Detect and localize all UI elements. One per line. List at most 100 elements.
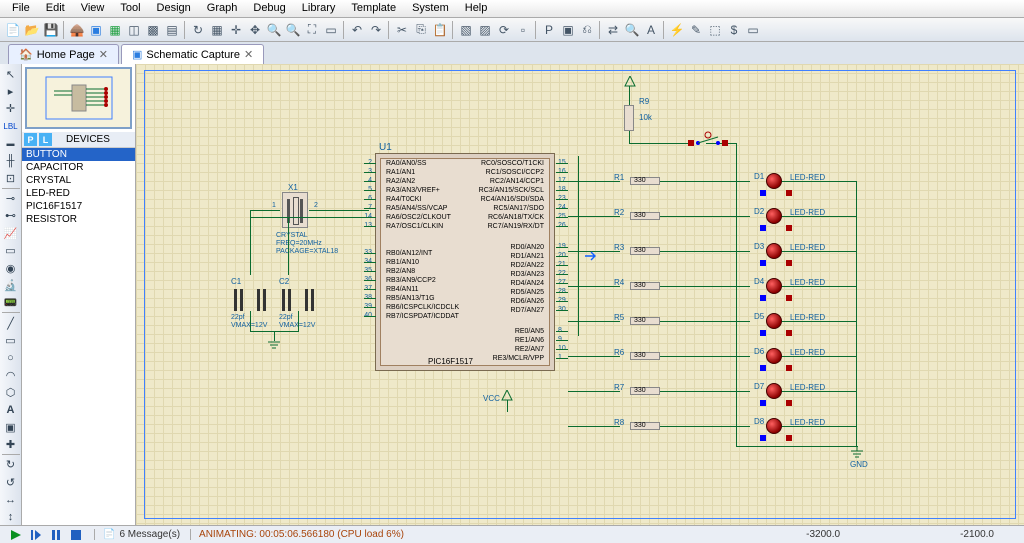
cut-icon[interactable]: ✂ (393, 21, 411, 39)
led[interactable] (766, 418, 782, 434)
box2d-icon[interactable]: ▭ (2, 332, 20, 348)
menu-tool[interactable]: Tool (112, 0, 148, 17)
refresh-icon[interactable]: ↻ (189, 21, 207, 39)
probe-icon[interactable]: 🔬 (2, 277, 20, 293)
rot-ccw-icon[interactable]: ↺ (2, 474, 20, 490)
stop-icon[interactable] (70, 529, 82, 541)
list-item[interactable]: CAPACITOR (22, 161, 135, 174)
menu-edit[interactable]: Edit (38, 0, 73, 17)
redo-icon[interactable]: ↷ (367, 21, 385, 39)
save-icon[interactable]: 💾 (42, 21, 60, 39)
undo-icon[interactable]: ↶ (348, 21, 366, 39)
menu-view[interactable]: View (73, 0, 113, 17)
path2d-icon[interactable]: ⬡ (2, 384, 20, 400)
mirror-h-icon[interactable]: ↔ (2, 491, 20, 507)
instrument-icon[interactable]: 📟 (2, 295, 20, 311)
led[interactable] (766, 173, 782, 189)
list-item[interactable]: PIC16F1517 (22, 200, 135, 213)
netlist-icon[interactable]: ✎ (687, 21, 705, 39)
component-icon[interactable]: ▸ (2, 83, 20, 99)
zoomout-icon[interactable]: 🔍 (284, 21, 302, 39)
notes-icon[interactable]: ▭ (744, 21, 762, 39)
devicepin-icon[interactable]: ⊷ (2, 208, 20, 224)
open-icon[interactable]: 📂 (23, 21, 41, 39)
close-icon[interactable]: ✕ (99, 48, 108, 61)
menu-file[interactable]: File (4, 0, 38, 17)
block-rotate-icon[interactable]: ⟳ (495, 21, 513, 39)
menu-design[interactable]: Design (149, 0, 199, 17)
3d-icon[interactable]: ◫ (125, 21, 143, 39)
block-delete-icon[interactable]: ▫ (514, 21, 532, 39)
menu-debug[interactable]: Debug (245, 0, 293, 17)
generator-icon[interactable]: ◉ (2, 260, 20, 276)
pcb-icon[interactable]: ▦ (106, 21, 124, 39)
led[interactable] (766, 208, 782, 224)
bom-icon[interactable]: ▤ (163, 21, 181, 39)
line2d-icon[interactable]: ╱ (2, 315, 20, 331)
arc2d-icon[interactable]: ◠ (2, 367, 20, 383)
capacitor-c2[interactable] (282, 289, 314, 311)
search-icon[interactable]: 🔍 (623, 21, 641, 39)
graph-icon[interactable]: 📈 (2, 225, 20, 241)
zoomfit-icon[interactable]: ⛶ (303, 21, 321, 39)
menu-graph[interactable]: Graph (199, 0, 246, 17)
erc-icon[interactable]: ⚡ (668, 21, 686, 39)
pause-icon[interactable] (50, 529, 62, 541)
wire-autoroute-icon[interactable]: ⇄ (604, 21, 622, 39)
symbol-icon[interactable]: ▣ (2, 419, 20, 435)
bus-icon[interactable]: ╫ (2, 153, 20, 169)
mirror-v-icon[interactable]: ↕ (2, 509, 20, 525)
led[interactable] (766, 383, 782, 399)
menu-library[interactable]: Library (294, 0, 344, 17)
zoomin-icon[interactable]: 🔍 (265, 21, 283, 39)
resistor-r9[interactable] (624, 105, 634, 131)
list-item[interactable]: LED-RED (22, 187, 135, 200)
text-icon[interactable]: ▬ (2, 135, 20, 151)
rot-cw-icon[interactable]: ↻ (2, 457, 20, 473)
schematic-canvas[interactable]: R9 10k U1 2 RA0/AN0/SS 3 RA1/AN1 4 RA2/A… (136, 64, 1024, 525)
crystal-component[interactable] (282, 192, 308, 228)
pick-parts-icon[interactable]: P (24, 133, 37, 146)
terminal-icon[interactable]: ⊸ (2, 190, 20, 206)
property-icon[interactable]: A (642, 21, 660, 39)
list-item[interactable]: BUTTON (22, 148, 135, 161)
list-item[interactable]: CRYSTAL (22, 174, 135, 187)
decompose-icon[interactable]: ⎌ (578, 21, 596, 39)
zoomarea-icon[interactable]: ▭ (322, 21, 340, 39)
marker-icon[interactable]: ✚ (2, 436, 20, 452)
step-icon[interactable] (30, 529, 42, 541)
menu-system[interactable]: System (404, 0, 457, 17)
new-icon[interactable]: 📄 (4, 21, 22, 39)
pan-icon[interactable]: ✥ (246, 21, 264, 39)
button-component[interactable] (688, 130, 728, 158)
subcircuit-icon[interactable]: ⊡ (2, 170, 20, 186)
circle2d-icon[interactable]: ○ (2, 350, 20, 366)
tape-icon[interactable]: ▭ (2, 243, 20, 259)
origin-icon[interactable]: ✛ (227, 21, 245, 39)
select-icon[interactable]: ↖ (2, 66, 20, 82)
capacitor-c1[interactable] (234, 289, 266, 311)
list-item[interactable]: RESISTOR (22, 213, 135, 226)
junction-icon[interactable]: ✛ (2, 101, 20, 117)
copy-icon[interactable]: ⎘ (412, 21, 430, 39)
messages-indicator[interactable]: 📄 6 Message(s) (94, 529, 180, 540)
led[interactable] (766, 348, 782, 364)
package-icon[interactable]: ▣ (559, 21, 577, 39)
wirelabel-icon[interactable]: LBL (2, 118, 20, 134)
library-icon[interactable]: L (39, 133, 52, 146)
play-icon[interactable] (10, 529, 22, 541)
home-icon[interactable]: 🛖 (68, 21, 86, 39)
led[interactable] (766, 278, 782, 294)
devices-list[interactable]: BUTTON CAPACITOR CRYSTAL LED-RED PIC16F1… (22, 148, 135, 525)
led[interactable] (766, 313, 782, 329)
led[interactable] (766, 243, 782, 259)
paste-icon[interactable]: 📋 (431, 21, 449, 39)
schematic-icon[interactable]: ▣ (87, 21, 105, 39)
tab-schematic[interactable]: ▣ Schematic Capture ✕ (121, 44, 264, 64)
bom-gen-icon[interactable]: $ (725, 21, 743, 39)
close-icon[interactable]: ✕ (244, 48, 253, 61)
mcu-chip[interactable]: 2 RA0/AN0/SS 3 RA1/AN1 4 RA2/AN2 5 RA3/A… (375, 153, 555, 371)
tab-home[interactable]: 🏠 Home Page ✕ (8, 44, 119, 64)
menu-help[interactable]: Help (457, 0, 496, 17)
menu-template[interactable]: Template (343, 0, 404, 17)
